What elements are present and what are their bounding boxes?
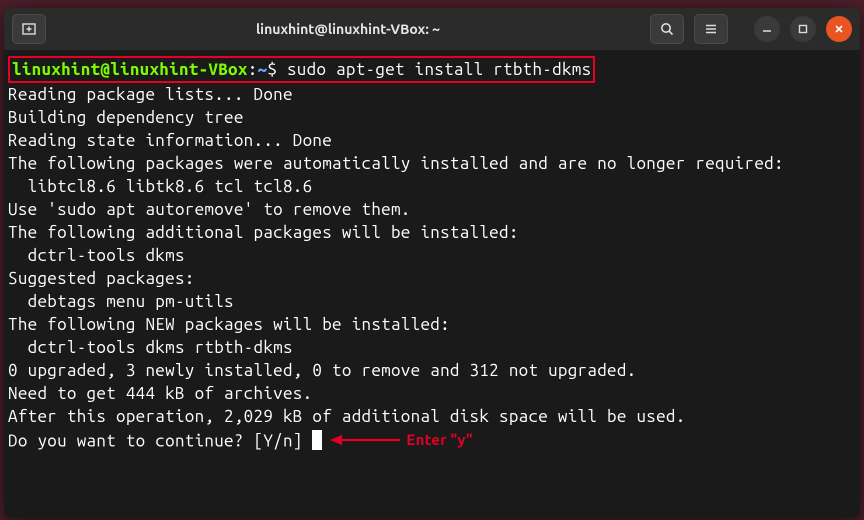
output-line: The following packages were automaticall… <box>8 154 784 173</box>
prompt-path: ~ <box>258 60 268 79</box>
output-line: debtags menu pm-utils <box>8 292 234 311</box>
prompt-dollar: $ <box>267 60 277 79</box>
terminal-window: linuxhint@linuxhint-VBox: ~ <box>4 8 860 518</box>
output-line: Reading package lists... Done <box>8 85 293 104</box>
minimize-button[interactable] <box>754 16 780 42</box>
prompt-user-host: linuxhint@linuxhint-VBox <box>12 60 248 79</box>
arrow-left-icon <box>330 433 400 447</box>
command-text: sudo apt-get install rtbth-dkms <box>277 60 591 79</box>
window-title: linuxhint@linuxhint-VBox: ~ <box>46 21 650 37</box>
continue-prompt: Do you want to continue? [Y/n] <box>8 432 312 451</box>
search-button[interactable] <box>650 14 684 44</box>
output-line: The following additional packages will b… <box>8 223 519 242</box>
output-line: Building dependency tree <box>8 108 244 127</box>
new-tab-button[interactable] <box>12 14 46 44</box>
minimize-icon <box>761 23 773 35</box>
new-tab-icon <box>21 21 37 37</box>
terminal-cursor <box>312 430 322 450</box>
close-button[interactable] <box>826 16 852 42</box>
output-line: Suggested packages: <box>8 269 195 288</box>
output-line: libtcl8.6 libtk8.6 tcl tcl8.6 <box>8 177 312 196</box>
output-line: Reading state information... Done <box>8 131 332 150</box>
output-line: dctrl-tools dkms rtbth-dkms <box>8 338 293 357</box>
maximize-button[interactable] <box>790 16 816 42</box>
prompt-colon: : <box>248 60 258 79</box>
output-line: After this operation, 2,029 kB of additi… <box>8 407 686 426</box>
output-line: dctrl-tools dkms <box>8 246 185 265</box>
menu-button[interactable] <box>694 14 728 44</box>
terminal-body[interactable]: linuxhint@linuxhint-VBox:~$ sudo apt-get… <box>4 50 860 459</box>
hamburger-icon <box>703 21 719 37</box>
output-line: Use 'sudo apt autoremove' to remove them… <box>8 200 411 219</box>
titlebar: linuxhint@linuxhint-VBox: ~ <box>4 8 860 50</box>
output-line: 0 upgraded, 3 newly installed, 0 to remo… <box>8 361 636 380</box>
search-icon <box>659 21 675 37</box>
annotation-text: Enter "y" <box>406 428 472 451</box>
output-line: Need to get 444 kB of archives. <box>8 384 312 403</box>
output-line: The following NEW packages will be insta… <box>8 315 450 334</box>
close-icon <box>833 23 845 35</box>
command-highlight-box: linuxhint@linuxhint-VBox:~$ sudo apt-get… <box>8 56 595 83</box>
maximize-icon <box>797 23 809 35</box>
annotation: Enter "y" <box>330 428 472 451</box>
